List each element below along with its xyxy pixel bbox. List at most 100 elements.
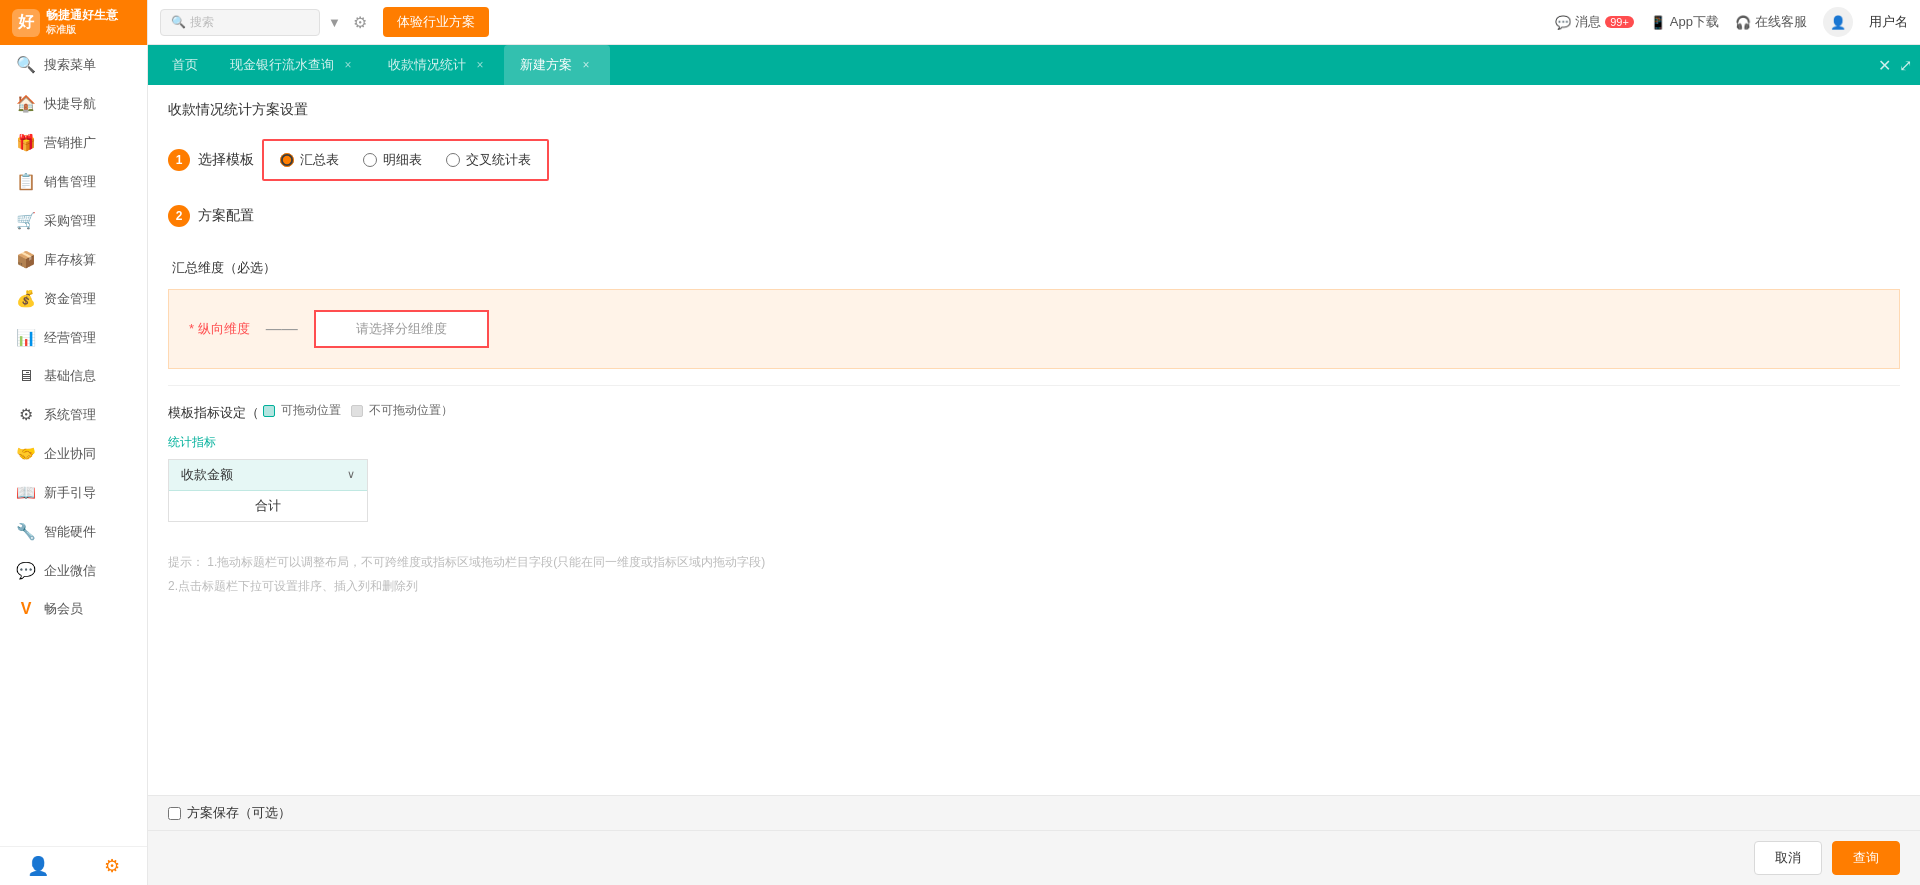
movable-dot bbox=[263, 405, 275, 417]
guide-icon: 📖 bbox=[16, 483, 36, 502]
tab-receipt-stats[interactable]: 收款情况统计 × bbox=[372, 45, 504, 85]
operation-icon: 📊 bbox=[16, 328, 36, 347]
sidebar-item-inventory[interactable]: 📦 库存核算 bbox=[0, 240, 147, 279]
sidebar-label-inventory: 库存核算 bbox=[44, 251, 96, 269]
sidebar-item-sales[interactable]: 📋 销售管理 bbox=[0, 162, 147, 201]
topbar-right: 💬 消息 99+ 📱 App下载 🎧 在线客服 👤 用户名 bbox=[1555, 7, 1908, 37]
sidebar: 好 畅捷通好生意 标准版 🔍 搜索菜单 🏠 快捷导航 🎁 营销推广 📋 销售管理… bbox=[0, 0, 148, 885]
metrics-table: 收款金额 ∨ 合计 bbox=[168, 459, 368, 522]
user-icon: 👤 bbox=[27, 855, 49, 877]
tab-home[interactable]: 首页 bbox=[156, 45, 214, 85]
message-label: 消息 bbox=[1575, 13, 1601, 31]
topbar-arrow-icon[interactable]: ▼ bbox=[328, 15, 341, 30]
option-cross-label: 交叉统计表 bbox=[466, 151, 531, 169]
sidebar-item-member[interactable]: V 畅会员 bbox=[0, 590, 147, 628]
dimension-row: * 纵向维度 —— 请选择分组维度 bbox=[189, 310, 489, 348]
sidebar-label-sales: 销售管理 bbox=[44, 173, 96, 191]
app-icon: 📱 bbox=[1650, 15, 1666, 30]
tips-section: 提示： 1.拖动标题栏可以调整布局，不可跨维度或指标区域拖动栏目字段(只能在同一… bbox=[168, 538, 1900, 610]
radio-summary[interactable] bbox=[280, 153, 294, 167]
app-download-btn[interactable]: 📱 App下载 bbox=[1650, 13, 1719, 31]
wechat-icon: 💬 bbox=[16, 561, 36, 580]
service-icon: 🎧 bbox=[1735, 15, 1751, 30]
sidebar-bottom: 👤 ⚙ bbox=[0, 846, 147, 885]
stats-indicator-label: 统计指标 bbox=[168, 434, 1900, 451]
tab-receipt-stats-close[interactable]: × bbox=[472, 57, 488, 73]
tabs-close-all-icon[interactable]: ✕ bbox=[1878, 56, 1891, 75]
sidebar-settings-btn[interactable]: ⚙ bbox=[104, 855, 120, 877]
trial-button[interactable]: 体验行业方案 bbox=[383, 7, 489, 37]
sidebar-item-system[interactable]: ⚙ 系统管理 bbox=[0, 395, 147, 434]
save-plan-checkbox-label[interactable]: 方案保存（可选） bbox=[168, 804, 291, 822]
sidebar-item-enterprise[interactable]: 🤝 企业协同 bbox=[0, 434, 147, 473]
sidebar-label-guide: 新手引导 bbox=[44, 484, 96, 502]
sales-icon: 📋 bbox=[16, 172, 36, 191]
sidebar-item-finance[interactable]: 💰 资金管理 bbox=[0, 279, 147, 318]
sidebar-item-search[interactable]: 🔍 搜索菜单 bbox=[0, 45, 147, 84]
sidebar-item-baseinfo[interactable]: 🖥 基础信息 bbox=[0, 357, 147, 395]
sidebar-item-hardware[interactable]: 🔧 智能硬件 bbox=[0, 512, 147, 551]
option-cross[interactable]: 交叉统计表 bbox=[446, 151, 531, 169]
option-summary[interactable]: 汇总表 bbox=[280, 151, 339, 169]
step1-section: 1 选择模板 汇总表 明细表 交叉统计表 bbox=[168, 139, 1900, 181]
radio-cross[interactable] bbox=[446, 153, 460, 167]
message-btn[interactable]: 💬 消息 99+ bbox=[1555, 13, 1634, 31]
online-service-btn[interactable]: 🎧 在线客服 bbox=[1735, 13, 1807, 31]
finance-icon: 💰 bbox=[16, 289, 36, 308]
sidebar-item-wechat[interactable]: 💬 企业微信 bbox=[0, 551, 147, 590]
metrics-header: 模板指标设定（ 可拖动位置 不可拖动位置） bbox=[168, 402, 1900, 422]
sidebar-item-purchase[interactable]: 🛒 采购管理 bbox=[0, 201, 147, 240]
tip-1: 提示： 1.拖动标题栏可以调整布局，不可跨维度或指标区域拖动栏目字段(只能在同一… bbox=[168, 550, 1900, 574]
sidebar-label-system: 系统管理 bbox=[44, 406, 96, 424]
sidebar-item-guide[interactable]: 📖 新手引导 bbox=[0, 473, 147, 512]
option-summary-label: 汇总表 bbox=[300, 151, 339, 169]
dimension-row-label: * 纵向维度 bbox=[189, 320, 250, 338]
dimension-placeholder[interactable]: 请选择分组维度 bbox=[314, 310, 489, 348]
metrics-chevron-icon[interactable]: ∨ bbox=[347, 468, 355, 481]
tabs-bar: 首页 现金银行流水查询 × 收款情况统计 × 新建方案 × ✕ ⤢ bbox=[148, 45, 1920, 85]
inventory-icon: 📦 bbox=[16, 250, 36, 269]
sidebar-label-operation: 经营管理 bbox=[44, 329, 96, 347]
legend-fixed: 不可拖动位置） bbox=[351, 402, 453, 419]
option-detail-label: 明细表 bbox=[383, 151, 422, 169]
template-options: 汇总表 明细表 交叉统计表 bbox=[262, 139, 549, 181]
topbar-search[interactable]: 🔍 搜索 bbox=[160, 9, 320, 36]
radio-detail[interactable] bbox=[363, 153, 377, 167]
dimension-section: 汇总维度（必选） * 纵向维度 —— 请选择分组维度 bbox=[168, 243, 1900, 386]
save-plan-checkbox[interactable] bbox=[168, 807, 181, 820]
tabs-expand-icon[interactable]: ⤢ bbox=[1899, 56, 1912, 75]
hardware-icon: 🔧 bbox=[16, 522, 36, 541]
step2-num: 2 bbox=[168, 205, 190, 227]
tab-new-plan-close[interactable]: × bbox=[578, 57, 594, 73]
topbar-search-text: 搜索 bbox=[190, 14, 214, 31]
step2-header: 2 方案配置 bbox=[168, 205, 1900, 227]
user-avatar: 👤 bbox=[1823, 7, 1853, 37]
tab-bank-flow-close[interactable]: × bbox=[340, 57, 356, 73]
sidebar-logo: 好 畅捷通好生意 标准版 bbox=[0, 0, 147, 45]
username-label: 用户名 bbox=[1869, 13, 1908, 31]
tab-bank-flow[interactable]: 现金银行流水查询 × bbox=[214, 45, 372, 85]
option-detail[interactable]: 明细表 bbox=[363, 151, 422, 169]
sidebar-label-enterprise: 企业协同 bbox=[44, 445, 96, 463]
topbar-search-icon: 🔍 bbox=[171, 15, 186, 29]
step1-num: 1 bbox=[168, 149, 190, 171]
sidebar-item-marketing[interactable]: 🎁 营销推广 bbox=[0, 123, 147, 162]
service-label: 在线客服 bbox=[1755, 13, 1807, 31]
home-icon: 🏠 bbox=[16, 94, 36, 113]
topbar-gear-icon[interactable]: ⚙ bbox=[353, 13, 367, 32]
sidebar-item-operation[interactable]: 📊 经营管理 bbox=[0, 318, 147, 357]
sidebar-label-member: 畅会员 bbox=[44, 600, 83, 618]
page-title: 收款情况统计方案设置 bbox=[168, 101, 1900, 119]
sidebar-item-quicknav[interactable]: 🏠 快捷导航 bbox=[0, 84, 147, 123]
cancel-button[interactable]: 取消 bbox=[1754, 841, 1822, 875]
metrics-section: 模板指标设定（ 可拖动位置 不可拖动位置） 统计 bbox=[168, 386, 1900, 538]
tab-home-label: 首页 bbox=[172, 56, 198, 74]
message-icon: 💬 bbox=[1555, 15, 1571, 30]
sidebar-user-btn[interactable]: 👤 bbox=[27, 855, 49, 877]
logo-sub: 标准版 bbox=[46, 23, 118, 37]
tab-new-plan[interactable]: 新建方案 × bbox=[504, 45, 610, 85]
main-area: 🔍 搜索 ▼ ⚙ 体验行业方案 💬 消息 99+ 📱 App下载 🎧 在线客服 … bbox=[148, 0, 1920, 885]
member-icon: V bbox=[16, 600, 36, 618]
query-button[interactable]: 查询 bbox=[1832, 841, 1900, 875]
step1-title: 选择模板 bbox=[198, 151, 254, 169]
